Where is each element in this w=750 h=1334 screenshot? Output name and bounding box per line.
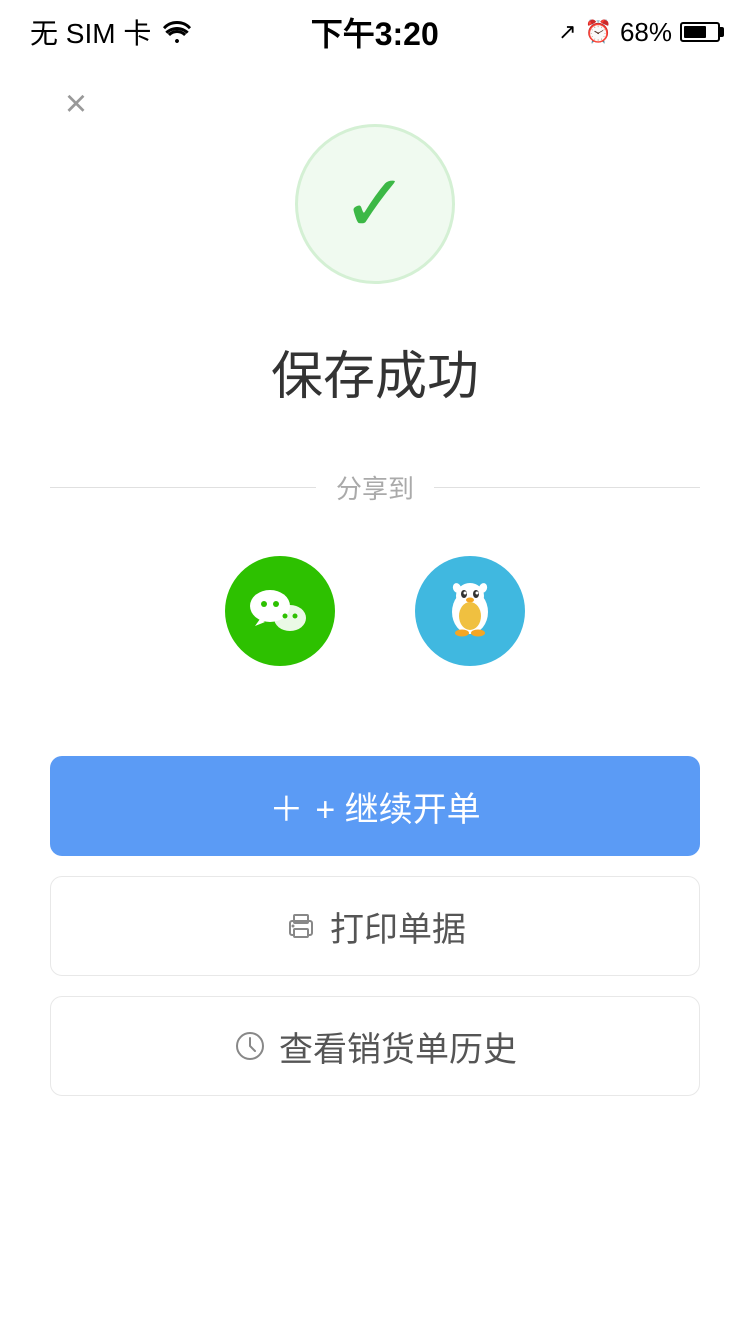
location-icon: ↗ [558, 19, 576, 45]
share-label: 分享到 [316, 469, 434, 506]
share-icons [0, 556, 750, 666]
status-left: 无 SIM 卡 [30, 12, 191, 52]
status-bar: 无 SIM 卡 下午3:20 ↗ ⏰ 68% [0, 0, 750, 64]
wifi-icon [163, 21, 191, 43]
checkmark-icon: ✓ [341, 164, 408, 244]
success-title: 保存成功 [271, 334, 479, 409]
share-section: 分享到 [0, 469, 750, 666]
history-button[interactable]: 查看销货单历史 [50, 996, 700, 1096]
print-button-label: 打印单据 [330, 902, 466, 951]
battery-percentage: 68% [620, 17, 672, 48]
history-icon [233, 1029, 267, 1063]
close-button[interactable]: × [50, 78, 102, 130]
status-right: ↗ ⏰ 68% [558, 17, 720, 48]
status-time: 下午3:20 [311, 9, 439, 55]
alarm-icon: ⏰ [585, 19, 612, 45]
success-icon-circle: ✓ [295, 124, 455, 284]
continue-button-label: + 继续开单 [315, 782, 480, 831]
wechat-share-button[interactable] [225, 556, 335, 666]
print-icon [284, 909, 318, 943]
main-content: ✓ 保存成功 分享到 [0, 64, 750, 1096]
share-divider: 分享到 [50, 469, 700, 506]
battery-icon [680, 22, 720, 42]
action-buttons: ＋ + 继续开单 打印单据 查看销货单历史 [0, 756, 750, 1096]
history-button-label: 查看销货单历史 [279, 1022, 517, 1071]
qq-share-button[interactable] [415, 556, 525, 666]
no-sim-text: 无 SIM 卡 [30, 12, 151, 52]
print-button[interactable]: 打印单据 [50, 876, 700, 976]
wechat-icon [245, 576, 315, 646]
qq-icon [435, 576, 505, 646]
continue-button[interactable]: ＋ + 继续开单 [50, 756, 700, 856]
plus-icon: ＋ [269, 782, 303, 831]
